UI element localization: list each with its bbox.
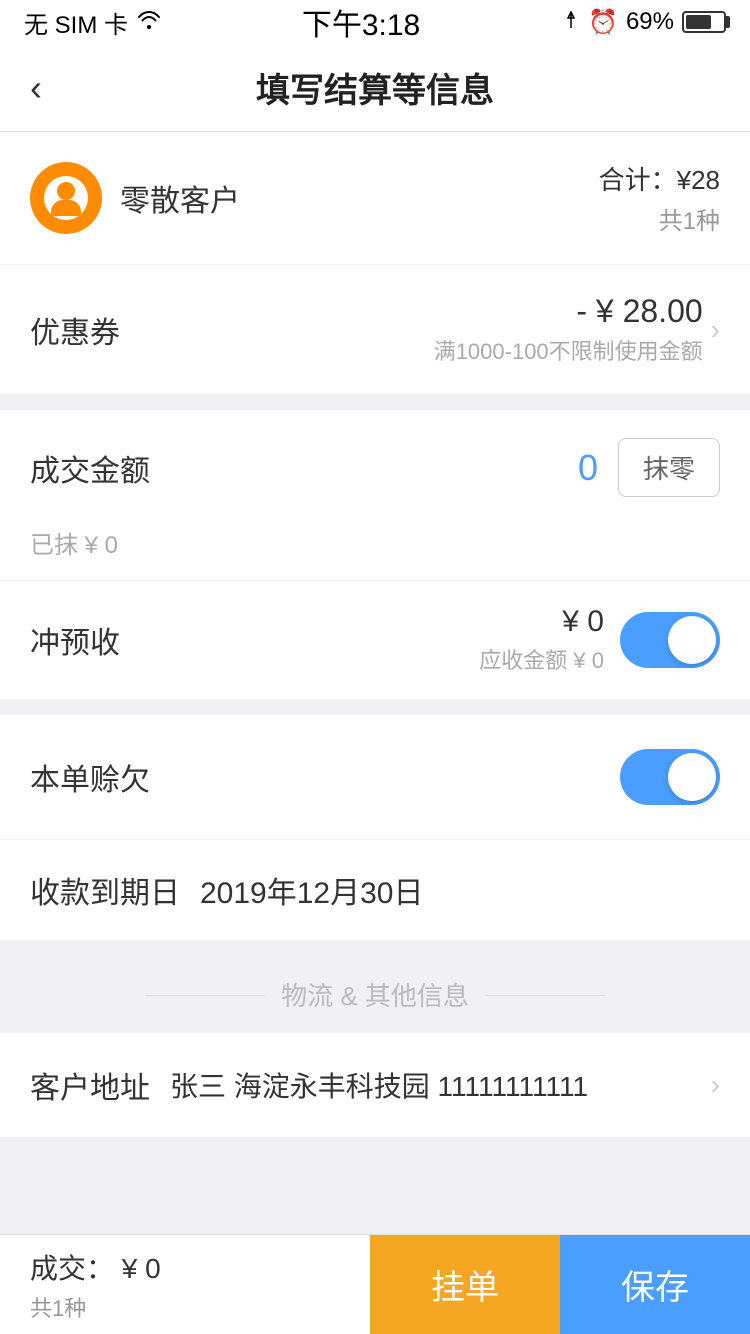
bottom-deal: 成交： ¥ 0: [30, 1247, 340, 1287]
page-title: 填写结算等信息: [256, 63, 494, 112]
deal-right: 0 抹零: [578, 438, 720, 497]
deal-row: 成交金额 0 抹零: [0, 410, 750, 525]
coupon-chevron-icon: ›: [711, 314, 720, 346]
total-count: 共1种: [599, 201, 720, 236]
advance-row: 冲预收 ¥ 0 应收金额 ¥ 0: [0, 580, 750, 699]
credit-label: 本单赊欠: [30, 755, 150, 799]
bottom-count: 共1种: [30, 1291, 340, 1323]
credit-toggle-knob: [668, 753, 716, 801]
coupon-label: 优惠券: [30, 308, 120, 352]
sim-text: 无 SIM 卡: [24, 5, 128, 40]
coupon-row[interactable]: 优惠券 - ¥ 28.00 满1000-100不限制使用金额 ›: [0, 264, 750, 394]
status-left: 无 SIM 卡: [24, 5, 160, 40]
advance-sub: 应收金额 ¥ 0: [479, 643, 604, 675]
coupon-amount: - ¥ 28.00: [434, 293, 703, 330]
duedate-value[interactable]: 2019年12月30日: [200, 868, 423, 912]
total-label: 合计：¥28: [599, 160, 720, 197]
advance-label: 冲预收: [30, 618, 120, 662]
credit-toggle[interactable]: [620, 749, 720, 805]
deal-amount-value[interactable]: 0: [578, 447, 598, 489]
coupon-right: - ¥ 28.00 满1000-100不限制使用金额 ›: [434, 293, 720, 366]
credit-section: 本单赊欠 收款到期日 2019年12月30日: [0, 715, 750, 940]
address-label: 客户地址: [30, 1063, 150, 1107]
customer-left: 零散客户: [30, 162, 240, 234]
logistics-separator: 物流 & 其他信息: [0, 956, 750, 1033]
customer-row: 零散客户 合计：¥28 共1种: [0, 132, 750, 264]
bottom-info: 成交： ¥ 0 共1种: [0, 1235, 370, 1334]
advance-value-block: ¥ 0 应收金额 ¥ 0: [479, 605, 604, 675]
logistics-text: 物流 & 其他信息: [281, 976, 469, 1013]
nav-bar: ‹ 填写结算等信息: [0, 44, 750, 132]
back-button[interactable]: ‹: [30, 67, 42, 109]
battery-icon: [682, 11, 726, 33]
location-icon: [562, 8, 580, 36]
duedate-row: 收款到期日 2019年12月30日: [0, 839, 750, 940]
battery-percent: 69%: [626, 8, 674, 36]
coupon-value-block: - ¥ 28.00 满1000-100不限制使用金额: [434, 293, 703, 366]
toggle-knob: [668, 616, 716, 664]
advance-toggle[interactable]: [620, 612, 720, 668]
hold-button[interactable]: 挂单: [370, 1235, 560, 1334]
avatar-icon: [44, 176, 88, 220]
address-chevron-icon: ›: [711, 1069, 720, 1101]
duedate-label: 收款到期日: [30, 868, 180, 912]
customer-right: 合计：¥28 共1种: [599, 160, 720, 236]
deal-amount-label: 成交金额: [30, 446, 150, 490]
advance-amount: ¥ 0: [479, 605, 604, 639]
alarm-icon: ⏰: [588, 8, 618, 37]
address-section: 客户地址 张三 海淀永丰科技园 11111111111 ›: [0, 1033, 750, 1137]
bottom-deal-label: 成交：: [30, 1253, 114, 1284]
round-button[interactable]: 抹零: [618, 438, 720, 497]
bottom-bar: 成交： ¥ 0 共1种 挂单 保存: [0, 1234, 750, 1334]
coupon-desc: 满1000-100不限制使用金额: [434, 334, 703, 366]
status-time: 下午3:18: [302, 0, 420, 44]
avatar: [30, 162, 102, 234]
address-value: 张三 海淀永丰科技园 11111111111: [170, 1065, 711, 1105]
wifi-icon: [138, 9, 160, 35]
deal-section: 成交金额 0 抹零 已抹 ¥ 0 冲预收 ¥ 0 应收金额 ¥ 0: [0, 410, 750, 699]
status-bar: 无 SIM 卡 下午3:18 ⏰ 69%: [0, 0, 750, 44]
customer-section: 零散客户 合计：¥28 共1种 优惠券 - ¥ 28.00 满1000-100不…: [0, 132, 750, 394]
status-right: ⏰ 69%: [562, 8, 726, 37]
advance-right: ¥ 0 应收金额 ¥ 0: [479, 605, 720, 675]
credit-row: 本单赊欠: [0, 715, 750, 839]
save-button[interactable]: 保存: [560, 1235, 750, 1334]
bottom-deal-amount: ¥ 0: [122, 1253, 161, 1284]
deal-sub: 已抹 ¥ 0: [0, 525, 750, 580]
customer-name: 零散客户: [120, 176, 240, 220]
address-row[interactable]: 客户地址 张三 海淀永丰科技园 11111111111 ›: [0, 1033, 750, 1137]
